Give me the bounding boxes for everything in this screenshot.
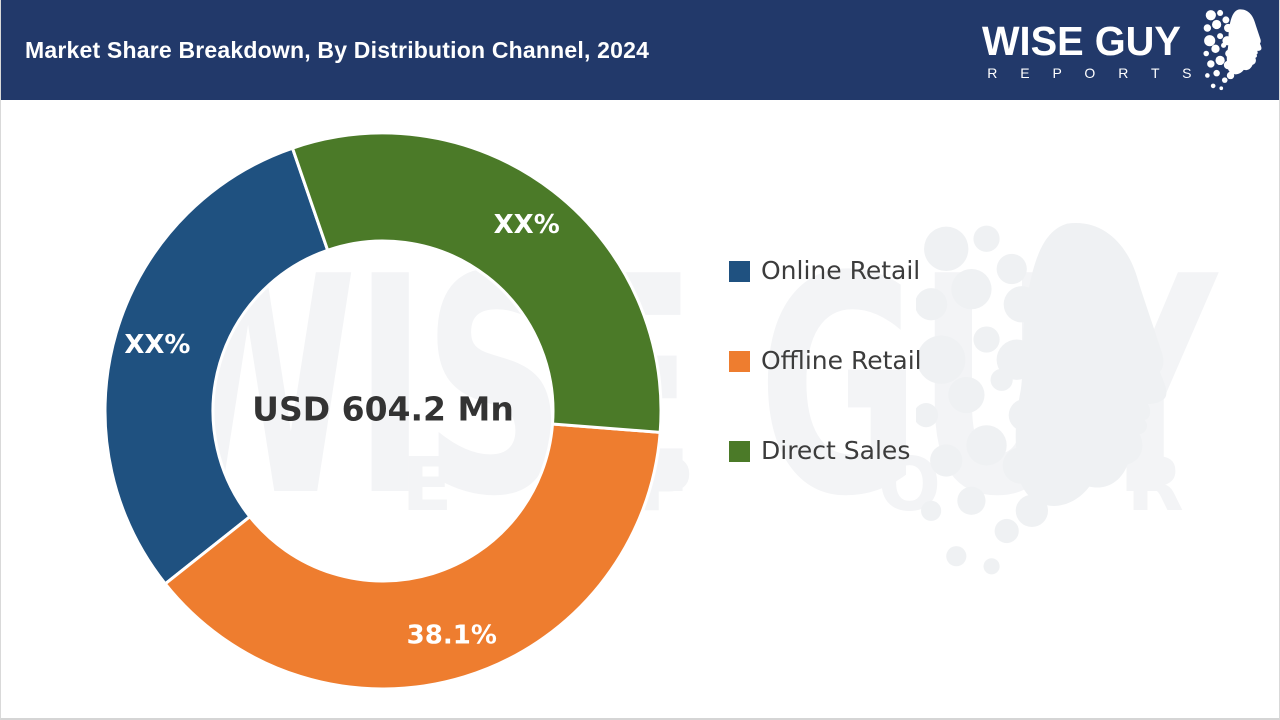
legend-label: Online Retail	[761, 256, 921, 285]
slice-label-direct-sales: XX%	[494, 210, 560, 240]
donut-segment-direct-sales[interactable]	[290, 131, 663, 434]
page-title: Market Share Breakdown, By Distribution …	[25, 36, 650, 63]
legend-label: Offline Retail	[761, 346, 922, 375]
legend-swatch-direct-sales	[729, 440, 750, 462]
legend-label: Direct Sales	[761, 436, 911, 465]
logo-subtext: R E P O R T S	[987, 64, 1201, 81]
donut-chart: XX% 38.1% XX%	[103, 131, 663, 691]
chart-center-value: USD 604.2 Mn	[252, 389, 514, 429]
wiseguy-logo: WISE GUY R E P O R T S	[982, 6, 1265, 94]
slice-label-offline-retail: 38.1%	[407, 621, 497, 651]
logo-wordmark: WISE GUY	[982, 17, 1182, 64]
legend-item-direct-sales[interactable]: Direct Sales	[729, 437, 922, 465]
wiseguy-face-icon	[1203, 9, 1262, 91]
chart-legend: Online Retail Offline Retail Direct Sale…	[729, 257, 922, 527]
wiseguy-logo-text: WISE GUY R E P O R T S	[982, 20, 1201, 81]
report-page: WISE GUY R E P O R T S XX% 38.1% XX% USD 6…	[0, 0, 1280, 720]
slice-label-online-retail: XX%	[124, 330, 190, 360]
header: Market Share Breakdown, By Distribution …	[1, 0, 1279, 100]
legend-swatch-offline-retail	[729, 350, 750, 372]
donut-segment-online-retail[interactable]	[103, 146, 330, 586]
legend-item-offline-retail[interactable]: Offline Retail	[729, 347, 922, 375]
legend-swatch-online-retail	[729, 260, 750, 282]
legend-item-online-retail[interactable]: Online Retail	[729, 257, 922, 285]
